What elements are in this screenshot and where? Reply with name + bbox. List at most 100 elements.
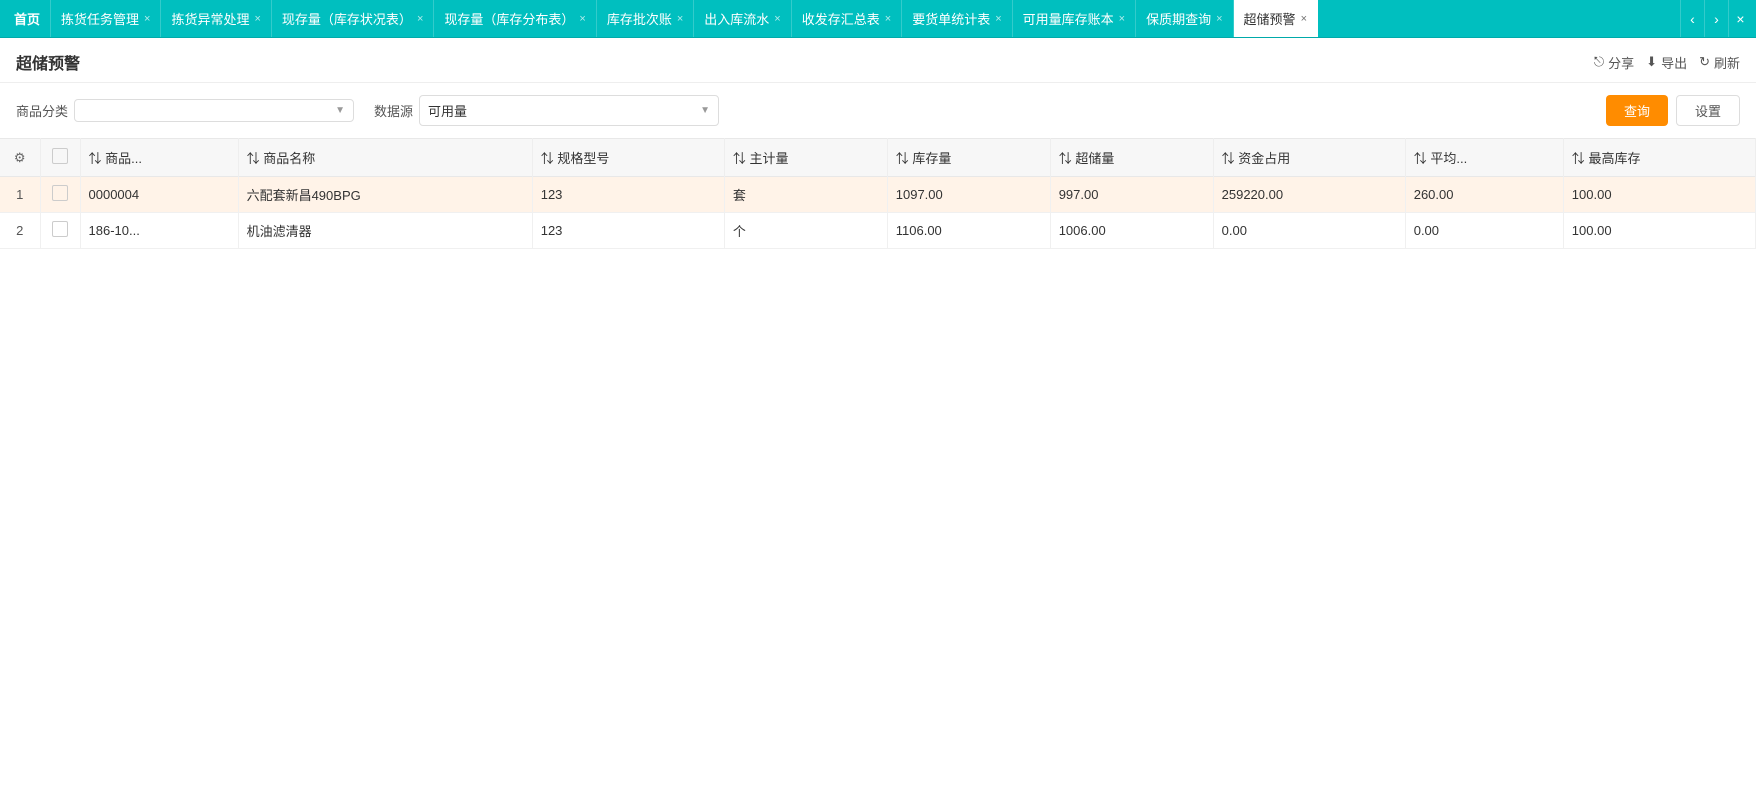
nav-tab-stock-status[interactable]: 现存量（库存状况表） × [272,0,434,38]
nav-tab-home[interactable]: 首页 [4,0,51,38]
nav-tab-task[interactable]: 拣货任务管理 × [51,0,161,38]
refresh-icon: ↻ [1699,54,1710,70]
refresh-button[interactable]: ↻ 刷新 [1699,53,1740,72]
row-unit: 个 [724,213,887,249]
page-title: 超储预警 [16,50,80,74]
close-exception-tab[interactable]: × [254,13,260,25]
row-product-code: 186-10... [80,213,238,249]
share-icon: ⎋ [1594,54,1604,70]
nav-tab-expiry[interactable]: 保质期查询 × [1136,0,1233,38]
table-row: 2 186-10... 机油滤清器 123 个 1106.00 1006.00 … [0,213,1756,249]
nav-arrows: ‹ › × [1680,0,1752,38]
close-inout-tab[interactable]: × [774,13,780,25]
nav-tab-stock-dist[interactable]: 现存量（库存分布表） × [434,0,596,38]
spec-sort-icon: ⇅ [541,151,554,166]
table-container: ⚙ ⇅ 商品... ⇅ 商品名称 ⇅ 规格型号 [0,138,1756,249]
nav-tab-batch[interactable]: 库存批次账 × [597,0,694,38]
table-row: 1 0000004 六配套新昌490BPG 123 套 1097.00 997.… [0,177,1756,213]
row-capital: 0.00 [1213,213,1405,249]
row-max-stock: 100.00 [1563,213,1755,249]
close-expiry-tab[interactable]: × [1216,13,1222,25]
page-content: 超储预警 ⎋ 分享 ⬇ 导出 ↻ 刷新 商品分类 ▼ 数据源 [0,38,1756,800]
export-icon: ⬇ [1646,54,1657,70]
row-checkbox[interactable] [52,185,68,201]
unit-sort-icon: ⇅ [733,151,746,166]
row-checkbox-cell[interactable] [40,213,80,249]
row-avg: 260.00 [1405,177,1563,213]
nav-tab-overstock[interactable]: 超储预警 × [1234,0,1318,38]
row-spec: 123 [532,213,724,249]
export-button[interactable]: ⬇ 导出 [1646,53,1687,72]
col-product-name[interactable]: ⇅ 商品名称 [238,139,532,177]
row-overstock: 1006.00 [1050,213,1213,249]
table-header-row: ⚙ ⇅ 商品... ⇅ 商品名称 ⇅ 规格型号 [0,139,1756,177]
row-spec: 123 [532,177,724,213]
overstock-tab-label: 超储预警 [1244,9,1296,28]
row-capital: 259220.00 [1213,177,1405,213]
col-avg[interactable]: ⇅ 平均... [1405,139,1563,177]
datasource-label: 数据源 [374,101,413,120]
exception-tab-label: 拣货异常处理 [171,9,249,28]
row-unit: 套 [724,177,887,213]
refresh-label: 刷新 [1714,53,1740,72]
available-tab-label: 可用量库存账本 [1023,9,1114,28]
close-stock-status-tab[interactable]: × [417,13,423,25]
datasource-select[interactable]: 可用量 ▼ [419,95,719,126]
nav-arrow-more[interactable]: × [1728,0,1752,38]
col-max-stock[interactable]: ⇅ 最高库存 [1563,139,1755,177]
col-unit[interactable]: ⇅ 主计量 [724,139,887,177]
close-order-stat-tab[interactable]: × [995,13,1001,25]
col-overstock[interactable]: ⇅ 超储量 [1050,139,1213,177]
page-header: 超储预警 ⎋ 分享 ⬇ 导出 ↻ 刷新 [0,38,1756,83]
gear-icon: ⚙ [14,150,26,165]
home-tab-label: 首页 [14,9,40,28]
nav-tab-available[interactable]: 可用量库存账本 × [1013,0,1136,38]
settings-button[interactable]: 设置 [1676,95,1740,126]
close-available-tab[interactable]: × [1119,13,1125,25]
col-settings[interactable]: ⚙ [0,139,40,177]
nav-tab-exception[interactable]: 拣货异常处理 × [161,0,271,38]
max-stock-sort-icon: ⇅ [1572,151,1585,166]
nav-arrow-left[interactable]: ‹ [1680,0,1704,38]
export-label: 导出 [1661,53,1687,72]
query-button[interactable]: 查询 [1606,95,1668,126]
batch-tab-label: 库存批次账 [607,9,672,28]
col-spec[interactable]: ⇅ 规格型号 [532,139,724,177]
row-overstock: 997.00 [1050,177,1213,213]
inout-tab-label: 出入库流水 [704,9,769,28]
close-overstock-tab[interactable]: × [1301,13,1307,25]
col-capital[interactable]: ⇅ 资金占用 [1213,139,1405,177]
close-task-tab[interactable]: × [144,13,150,25]
col-stock[interactable]: ⇅ 库存量 [887,139,1050,177]
row-checkbox[interactable] [52,221,68,237]
nav-tab-inout[interactable]: 出入库流水 × [694,0,791,38]
row-checkbox-cell[interactable] [40,177,80,213]
nav-tab-order-stat[interactable]: 要货单统计表 × [902,0,1012,38]
col-checkbox[interactable] [40,139,80,177]
filter-actions: 查询 设置 [1606,95,1740,126]
category-filter: 商品分类 ▼ [16,99,354,122]
close-stock-dist-tab[interactable]: × [579,13,585,25]
overstock-table: ⚙ ⇅ 商品... ⇅ 商品名称 ⇅ 规格型号 [0,138,1756,249]
nav-tab-summary[interactable]: 收发存汇总表 × [792,0,902,38]
product-name-sort-icon: ⇅ [247,151,260,166]
product-code-header: ⇅ [89,151,102,166]
col-product-code[interactable]: ⇅ 商品... [80,139,238,177]
header-actions: ⎋ 分享 ⬇ 导出 ↻ 刷新 [1594,53,1740,72]
row-product-name: 机油滤清器 [238,213,532,249]
summary-tab-label: 收发存汇总表 [802,9,880,28]
share-button[interactable]: ⎋ 分享 [1594,53,1634,72]
close-summary-tab[interactable]: × [885,13,891,25]
close-batch-tab[interactable]: × [677,13,683,25]
row-stock: 1097.00 [887,177,1050,213]
category-select[interactable]: ▼ [74,99,354,122]
datasource-dropdown-icon: ▼ [700,105,710,116]
top-navigation: 首页 拣货任务管理 × 拣货异常处理 × 现存量（库存状况表） × 现存量（库存… [0,0,1756,38]
row-avg: 0.00 [1405,213,1563,249]
table-body: 1 0000004 六配套新昌490BPG 123 套 1097.00 997.… [0,177,1756,249]
stock-sort-icon: ⇅ [896,151,909,166]
stock-status-tab-label: 现存量（库存状况表） [282,9,412,28]
nav-arrow-right[interactable]: › [1704,0,1728,38]
select-all-checkbox[interactable] [52,148,68,164]
expiry-tab-label: 保质期查询 [1146,9,1211,28]
